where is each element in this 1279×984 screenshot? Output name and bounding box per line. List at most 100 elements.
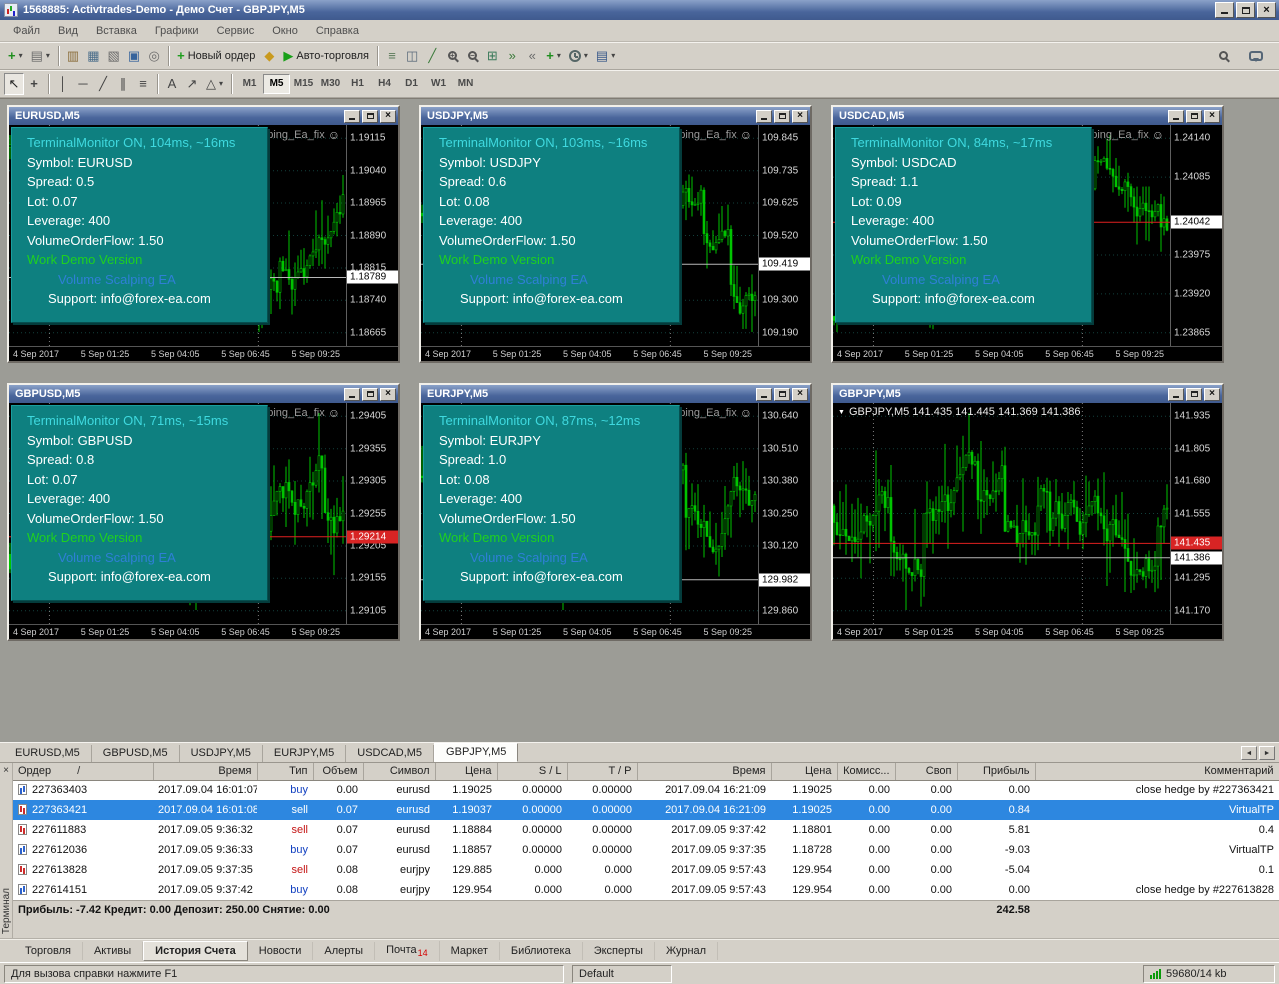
templates-icon[interactable]: ▤ ▾ (592, 45, 619, 67)
tab-market[interactable]: Маркет (440, 941, 500, 960)
menu-window[interactable]: Окно (263, 23, 307, 39)
column-header-4[interactable]: Символ (363, 763, 436, 781)
column-header-5[interactable]: Цена (435, 763, 498, 781)
close-chart-button[interactable]: × (792, 387, 808, 401)
history-row[interactable]: 227614151 2017.09.05 9:37:42 buy 0.08 eurjpy… (13, 880, 1279, 900)
close-chart-button[interactable]: × (1204, 109, 1220, 123)
column-header-7[interactable]: T / P (567, 763, 638, 781)
chart-area-eurjpy[interactable]: 130.640 130.510 130.380 130.250 130.120 129.8… (421, 403, 810, 639)
timeframe-h1[interactable]: H1 (344, 74, 371, 94)
column-header-12[interactable]: Прибыль (957, 763, 1036, 781)
trendline-icon[interactable]: ╱ (93, 73, 113, 95)
close-chart-button[interactable]: × (792, 109, 808, 123)
close-button[interactable]: × (1257, 2, 1276, 18)
column-header-8[interactable]: Время (637, 763, 772, 781)
menu-tools[interactable]: Сервис (208, 23, 264, 39)
timeframe-h4[interactable]: H4 (371, 74, 398, 94)
chart-tab-gbpusd-m5[interactable]: GBPUSD,M5 (92, 745, 180, 762)
tile-windows-icon[interactable]: ⊞ (482, 45, 502, 67)
close-chart-button[interactable]: × (380, 387, 396, 401)
chart-area-gbpusd[interactable]: 1.29405 1.29355 1.29305 1.29255 1.29205 1.291… (9, 403, 398, 639)
maximize-chart-button[interactable] (1186, 387, 1202, 401)
zoom-in-icon[interactable]: + (442, 45, 462, 67)
tab-news[interactable]: Новости (248, 941, 314, 960)
terminal-close-icon[interactable]: × (3, 766, 9, 776)
ea-smiley-icon[interactable]: ☺ (328, 406, 340, 420)
chart-titlebar-eurusd[interactable]: EURUSD,M5 × (9, 107, 398, 125)
close-chart-button[interactable]: × (380, 109, 396, 123)
ea-smiley-icon[interactable]: ☺ (740, 406, 752, 420)
chart-titlebar-usdcad[interactable]: USDCAD,M5 × (833, 107, 1222, 125)
column-header-10[interactable]: Комисс... (837, 763, 896, 781)
column-header-9[interactable]: Цена (771, 763, 838, 781)
chart-area-eurusd[interactable]: 1.19115 1.19040 1.18965 1.18890 1.18815 1.187… (9, 125, 398, 361)
tab-assets[interactable]: Активы (83, 941, 144, 960)
ea-smiley-icon[interactable]: ☺ (740, 128, 752, 142)
maximize-chart-button[interactable] (774, 109, 790, 123)
history-row[interactable]: 227613828 2017.09.05 9:37:35 sell 0.08 eurjp… (13, 860, 1279, 880)
chart-tab-eurusd-m5[interactable]: EURUSD,M5 (4, 745, 92, 762)
close-chart-button[interactable]: × (1204, 387, 1220, 401)
timeframe-m15[interactable]: M15 (290, 74, 317, 94)
maximize-chart-button[interactable] (774, 387, 790, 401)
menu-insert[interactable]: Вставка (87, 23, 146, 39)
horizontal-line-icon[interactable]: ─ (73, 73, 93, 95)
minimize-chart-button[interactable] (344, 387, 360, 401)
menu-charts[interactable]: Графики (146, 23, 208, 39)
market-watch-icon[interactable]: ▥ (63, 45, 83, 67)
chart-tab-usdcad-m5[interactable]: USDCAD,M5 (346, 745, 435, 762)
zoom-out-icon[interactable]: − (462, 45, 482, 67)
new-chart-icon[interactable]: + ▾ (4, 45, 27, 67)
history-row[interactable]: 227363403 2017.09.04 16:01:07 buy 0.00 eurus… (13, 780, 1279, 800)
tab-journal[interactable]: Журнал (655, 941, 719, 960)
candlestick-icon[interactable]: ◫ (402, 45, 422, 67)
column-header-2[interactable]: Тип (257, 763, 314, 781)
data-window-icon[interactable]: ▦ (83, 45, 103, 67)
autotrading-button[interactable]: ▶ Авто-торговля (279, 45, 373, 67)
status-profile[interactable]: Default (572, 964, 672, 983)
new-order-button[interactable]: + Новый ордер (173, 45, 259, 67)
history-row[interactable]: 227363421 2017.09.04 16:01:08 sell 0.07 euru… (13, 800, 1279, 820)
menu-view[interactable]: Вид (49, 23, 87, 39)
timeframe-w1[interactable]: W1 (425, 74, 452, 94)
search-icon[interactable] (1213, 45, 1233, 67)
tab-library[interactable]: Библиотека (500, 941, 583, 960)
minimize-chart-button[interactable] (1168, 109, 1184, 123)
column-header-13[interactable]: Комментарий (1035, 763, 1279, 781)
chart-titlebar-usdjpy[interactable]: USDJPY,M5 × (421, 107, 810, 125)
navigator-icon[interactable]: ▧ (104, 45, 124, 67)
menu-help[interactable]: Справка (307, 23, 368, 39)
fibonacci-icon[interactable]: ≡ (133, 73, 153, 95)
column-header-0[interactable]: Ордер / (13, 763, 154, 781)
line-chart-icon[interactable]: ╱ (422, 45, 442, 67)
restore-button[interactable] (1236, 2, 1255, 18)
window-titlebar[interactable]: 1568885: Activtrades-Demo - Демо Счет - … (0, 0, 1279, 20)
tab-account-history[interactable]: История Счета (143, 940, 248, 961)
chart-tab-eurjpy-m5[interactable]: EURJPY,M5 (263, 745, 347, 762)
tab-mailbox[interactable]: Почта 14 (375, 940, 440, 961)
tab-experts[interactable]: Эксперты (583, 941, 655, 960)
minimize-chart-button[interactable] (756, 387, 772, 401)
timeframe-mn[interactable]: MN (452, 74, 479, 94)
timeframe-m1[interactable]: M1 (236, 74, 263, 94)
cursor-icon[interactable]: ↖ (4, 72, 24, 95)
menu-file[interactable]: Файл (4, 23, 49, 39)
maximize-chart-button[interactable] (1186, 109, 1202, 123)
price-chart-canvas[interactable] (833, 403, 1170, 624)
chart-area-gbpjpy[interactable]: 141.935 141.805 141.680 141.555 141.295 141.1… (833, 403, 1222, 639)
shapes-icon[interactable]: △ ▾ (202, 73, 227, 95)
chart-titlebar-gbpusd[interactable]: GBPUSD,M5 × (9, 385, 398, 403)
history-row[interactable]: 227612036 2017.09.05 9:36:33 buy 0.07 eurusd… (13, 840, 1279, 860)
column-header-3[interactable]: Объем (313, 763, 364, 781)
autoscroll-icon[interactable]: » (502, 45, 522, 67)
tab-alerts[interactable]: Алерты (313, 941, 376, 960)
channel-icon[interactable]: ∥ (113, 73, 133, 95)
chart-titlebar-gbpjpy[interactable]: GBPJPY,M5 × (833, 385, 1222, 403)
arrow-icon[interactable]: ↗ (182, 73, 202, 95)
column-header-6[interactable]: S / L (497, 763, 568, 781)
chart-area-usdjpy[interactable]: 109.845 109.735 109.625 109.520 109.300 109.1… (421, 125, 810, 361)
metaeditor-icon[interactable]: ◆ (259, 45, 279, 67)
history-row[interactable]: 227611883 2017.09.05 9:36:32 sell 0.07 eurus… (13, 820, 1279, 840)
periods-icon[interactable]: ▾ (565, 45, 592, 67)
tab-scroll-left-icon[interactable]: ◄ (1241, 746, 1257, 760)
